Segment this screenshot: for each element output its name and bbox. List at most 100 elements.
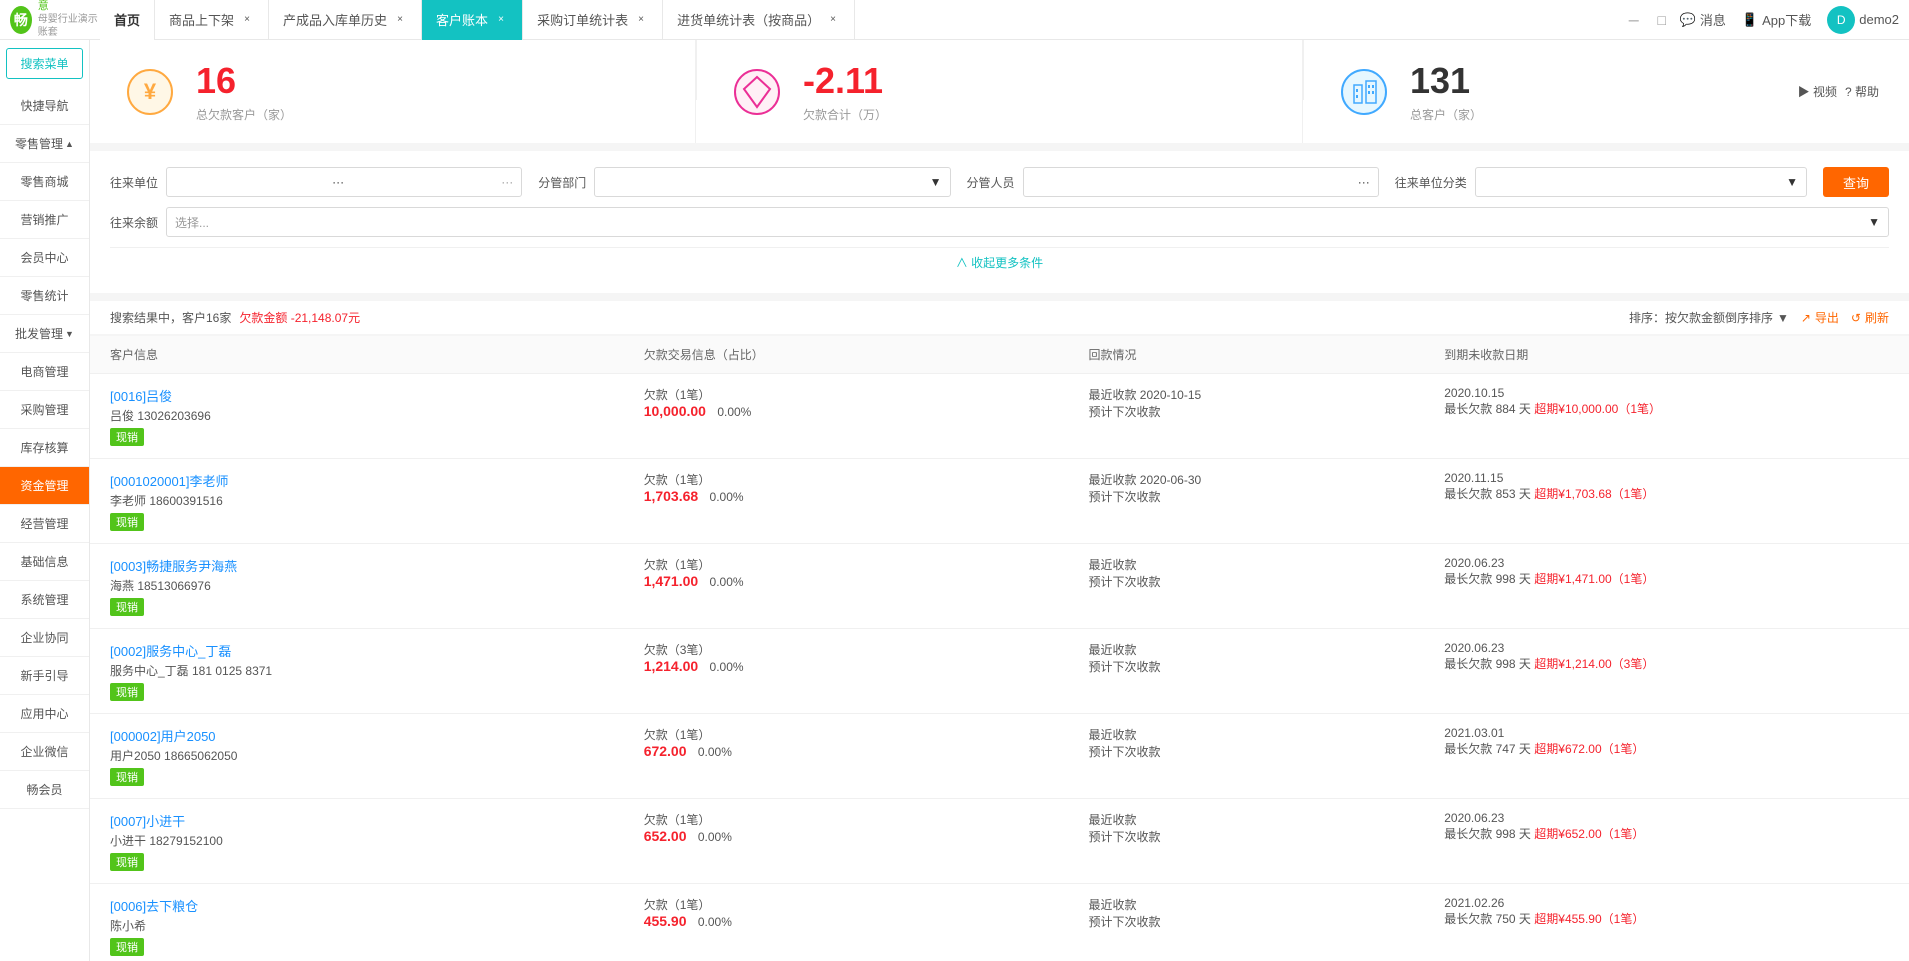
sidebar-item-wechat[interactable]: 企业微信 bbox=[0, 733, 89, 771]
table-row: [0006]去下粮仓 陈小希 现销 欠款（1笔） 455.90 0.00% 最近… bbox=[90, 884, 1909, 961]
customer-info-cell: [000002]用户2050 用户2050 18665062050 现销 bbox=[110, 726, 644, 786]
source-unit-input[interactable]: ··· bbox=[166, 167, 522, 197]
sidebar-item-batch-mgmt[interactable]: 批发管理 ▼ bbox=[0, 315, 89, 353]
tab-close-product-off[interactable]: × bbox=[240, 13, 254, 27]
return-cell: 最近收款 预计下次收款 bbox=[1088, 896, 1444, 930]
tab-home[interactable]: 首页 bbox=[100, 0, 155, 40]
table-row: [0003]畅捷服务尹海燕 海燕 18513066976 现销 欠款（1笔） 1… bbox=[90, 544, 1909, 629]
balance-select[interactable]: 选择... ▼ bbox=[166, 207, 1889, 237]
message-icon: 💬 bbox=[1680, 12, 1696, 28]
customer-name[interactable]: [0002]服务中心_丁磊 bbox=[110, 641, 644, 660]
debt-info-cell: 欠款（1笔） 1,703.68 0.00% bbox=[644, 471, 1089, 504]
person-input[interactable]: ··· bbox=[1023, 167, 1379, 197]
tab-product-off[interactable]: 商品上下架 × bbox=[155, 0, 269, 40]
customer-name[interactable]: [0001020001]李老师 bbox=[110, 471, 644, 490]
video-button[interactable]: ▶ 视频 bbox=[1798, 83, 1837, 100]
debt-info-cell: 欠款（1笔） 672.00 0.00% bbox=[644, 726, 1089, 759]
chevron-down-icon: ▼ bbox=[1868, 215, 1880, 229]
return-cell: 最近收款 2020-10-15 预计下次收款 bbox=[1088, 386, 1444, 420]
table-row: [000002]用户2050 用户2050 18665062050 现销 欠款（… bbox=[90, 714, 1909, 799]
tab-purchase-order[interactable]: 采购订单统计表 × bbox=[523, 0, 663, 40]
sidebar-item-retail-mall[interactable]: 零售商城 bbox=[0, 163, 89, 201]
filter-person: 分管人员 ··· bbox=[967, 167, 1379, 197]
category-select[interactable]: ▼ bbox=[1475, 167, 1807, 197]
sidebar-item-ecommerce[interactable]: 电商管理 bbox=[0, 353, 89, 391]
sidebar-item-apps[interactable]: 应用中心 bbox=[0, 695, 89, 733]
sidebar-item-purchase-mgmt[interactable]: 采购管理 bbox=[0, 391, 89, 429]
sidebar-item-inventory[interactable]: 库存核算 bbox=[0, 429, 89, 467]
svg-text:¥: ¥ bbox=[144, 79, 157, 104]
sidebar: 搜索菜单 快捷导航 零售管理 ▲ 零售商城 营销推广 会员中心 零售统计 批发管… bbox=[0, 40, 90, 961]
top-bar: 畅 畅捷通好生意 母婴行业演示账套 示范 首页 商品上下架 × 产成品入库单历史… bbox=[0, 0, 1909, 40]
tab-customer-account[interactable]: 客户账本 × bbox=[422, 0, 523, 40]
maximize-button[interactable]: □ bbox=[1652, 10, 1672, 30]
customer-name[interactable]: [0006]去下粮仓 bbox=[110, 896, 644, 915]
tab-close-produce-history[interactable]: × bbox=[393, 13, 407, 27]
refresh-button[interactable]: ↺ 刷新 bbox=[1851, 309, 1889, 326]
sidebar-item-member-center[interactable]: 会员中心 bbox=[0, 239, 89, 277]
search-button[interactable]: 查询 bbox=[1823, 167, 1889, 197]
export-button[interactable]: ↗ 导出 bbox=[1801, 309, 1839, 326]
user-menu[interactable]: D demo2 bbox=[1827, 6, 1899, 34]
sidebar-item-vip[interactable]: 畅会员 bbox=[0, 771, 89, 809]
help-button[interactable]: ? 帮助 bbox=[1845, 83, 1879, 100]
money-icon: ¥ bbox=[120, 62, 180, 122]
sidebar-item-marketing[interactable]: 营销推广 bbox=[0, 201, 89, 239]
col-due-date: 到期未收款日期 bbox=[1444, 346, 1889, 363]
customer-name[interactable]: [000002]用户2050 bbox=[110, 726, 644, 745]
filter-balance: 往来余额 选择... ▼ bbox=[110, 207, 1889, 237]
window-controls: ─ □ bbox=[1624, 10, 1680, 30]
customer-name[interactable]: [0007]小进干 bbox=[110, 811, 644, 830]
sidebar-item-guide[interactable]: 新手引导 bbox=[0, 657, 89, 695]
tab-close-customer-account[interactable]: × bbox=[494, 13, 508, 27]
table-row: [0001020001]李老师 李老师 18600391516 现销 欠款（1笔… bbox=[90, 459, 1909, 544]
result-bar: 搜索结果中，客户16家 欠款金额 -21,148.07元 排序：按欠款金额倒序排… bbox=[90, 301, 1909, 334]
stat-info-overdue-amount: -2.11 欠款合计（万） bbox=[803, 60, 1272, 123]
sidebar-item-system[interactable]: 系统管理 bbox=[0, 581, 89, 619]
dept-select[interactable]: ▼ bbox=[594, 167, 950, 197]
sidebar-item-basic-info[interactable]: 基础信息 bbox=[0, 543, 89, 581]
return-cell: 最近收款 预计下次收款 bbox=[1088, 641, 1444, 675]
avatar: D bbox=[1827, 6, 1855, 34]
customer-info-cell: [0002]服务中心_丁磊 服务中心_丁磊 181 0125 8371 现销 bbox=[110, 641, 644, 701]
col-debt-info: 欠款交易信息（占比） bbox=[644, 346, 1089, 363]
sort-button[interactable]: 排序：按欠款金额倒序排序 ▼ bbox=[1629, 309, 1789, 326]
sidebar-item-retail-stats[interactable]: 零售统计 bbox=[0, 277, 89, 315]
search-menu-button[interactable]: 搜索菜单 bbox=[6, 48, 83, 79]
tab-bar: 首页 商品上下架 × 产成品入库单历史 × 客户账本 × 采购订单统计表 × 进… bbox=[100, 0, 1624, 40]
sidebar-item-retail-mgmt[interactable]: 零售管理 ▲ bbox=[0, 125, 89, 163]
customer-name[interactable]: [0016]吕俊 bbox=[110, 386, 644, 405]
chevron-up-icon: ∧ bbox=[956, 256, 968, 270]
stat-info-total-customers: 131 总客户（家） bbox=[1410, 60, 1782, 123]
due-date-cell: 2020.06.23 最长欠款 998 天 超期¥652.00（1笔） bbox=[1444, 811, 1889, 842]
overdue-customers-number: 16 bbox=[196, 60, 665, 102]
stats-row: ¥ 16 总欠款客户（家） bbox=[90, 40, 1909, 143]
total-customers-number: 131 bbox=[1410, 60, 1782, 102]
filter-row-2: 往来余额 选择... ▼ bbox=[110, 207, 1889, 237]
export-icon: ↗ bbox=[1801, 311, 1811, 325]
video-icon: ▶ bbox=[1798, 85, 1810, 99]
minimize-button[interactable]: ─ bbox=[1624, 10, 1644, 30]
stat-card-overdue-amount: -2.11 欠款合计（万） bbox=[697, 40, 1303, 143]
customer-info-cell: [0003]畅捷服务尹海燕 海燕 18513066976 现销 bbox=[110, 556, 644, 616]
overdue-amount-label: 欠款合计（万） bbox=[803, 106, 1272, 123]
tab-close-purchase-order[interactable]: × bbox=[634, 13, 648, 27]
return-cell: 最近收款 2020-06-30 预计下次收款 bbox=[1088, 471, 1444, 505]
sidebar-item-finance[interactable]: 资金管理 bbox=[0, 467, 89, 505]
customer-info-cell: [0006]去下粮仓 陈小希 现销 bbox=[110, 896, 644, 956]
table-row: [0016]吕俊 吕俊 13026203696 现销 欠款（1笔） 10,000… bbox=[90, 374, 1909, 459]
tab-produce-history[interactable]: 产成品入库单历史 × bbox=[269, 0, 422, 40]
customer-name[interactable]: [0003]畅捷服务尹海燕 bbox=[110, 556, 644, 575]
sidebar-search-area: 搜索菜单 bbox=[0, 40, 89, 87]
sidebar-item-operations[interactable]: 经营管理 bbox=[0, 505, 89, 543]
tab-stock-stats[interactable]: 进货单统计表（按商品） × bbox=[663, 0, 855, 40]
result-actions: 排序：按欠款金额倒序排序 ▼ ↗ 导出 ↺ 刷新 bbox=[1629, 309, 1889, 326]
return-cell: 最近收款 预计下次收款 bbox=[1088, 726, 1444, 760]
sidebar-item-enterprise[interactable]: 企业协同 bbox=[0, 619, 89, 657]
app-download-button[interactable]: 📱 App下载 bbox=[1742, 10, 1811, 29]
debt-info-cell: 欠款（1笔） 652.00 0.00% bbox=[644, 811, 1089, 844]
collapse-button[interactable]: ∧ 收起更多条件 bbox=[110, 247, 1889, 277]
tab-close-stock-stats[interactable]: × bbox=[826, 13, 840, 27]
message-button[interactable]: 💬 消息 bbox=[1680, 10, 1726, 29]
due-date-cell: 2020.06.23 最长欠款 998 天 超期¥1,214.00（3笔） bbox=[1444, 641, 1889, 672]
